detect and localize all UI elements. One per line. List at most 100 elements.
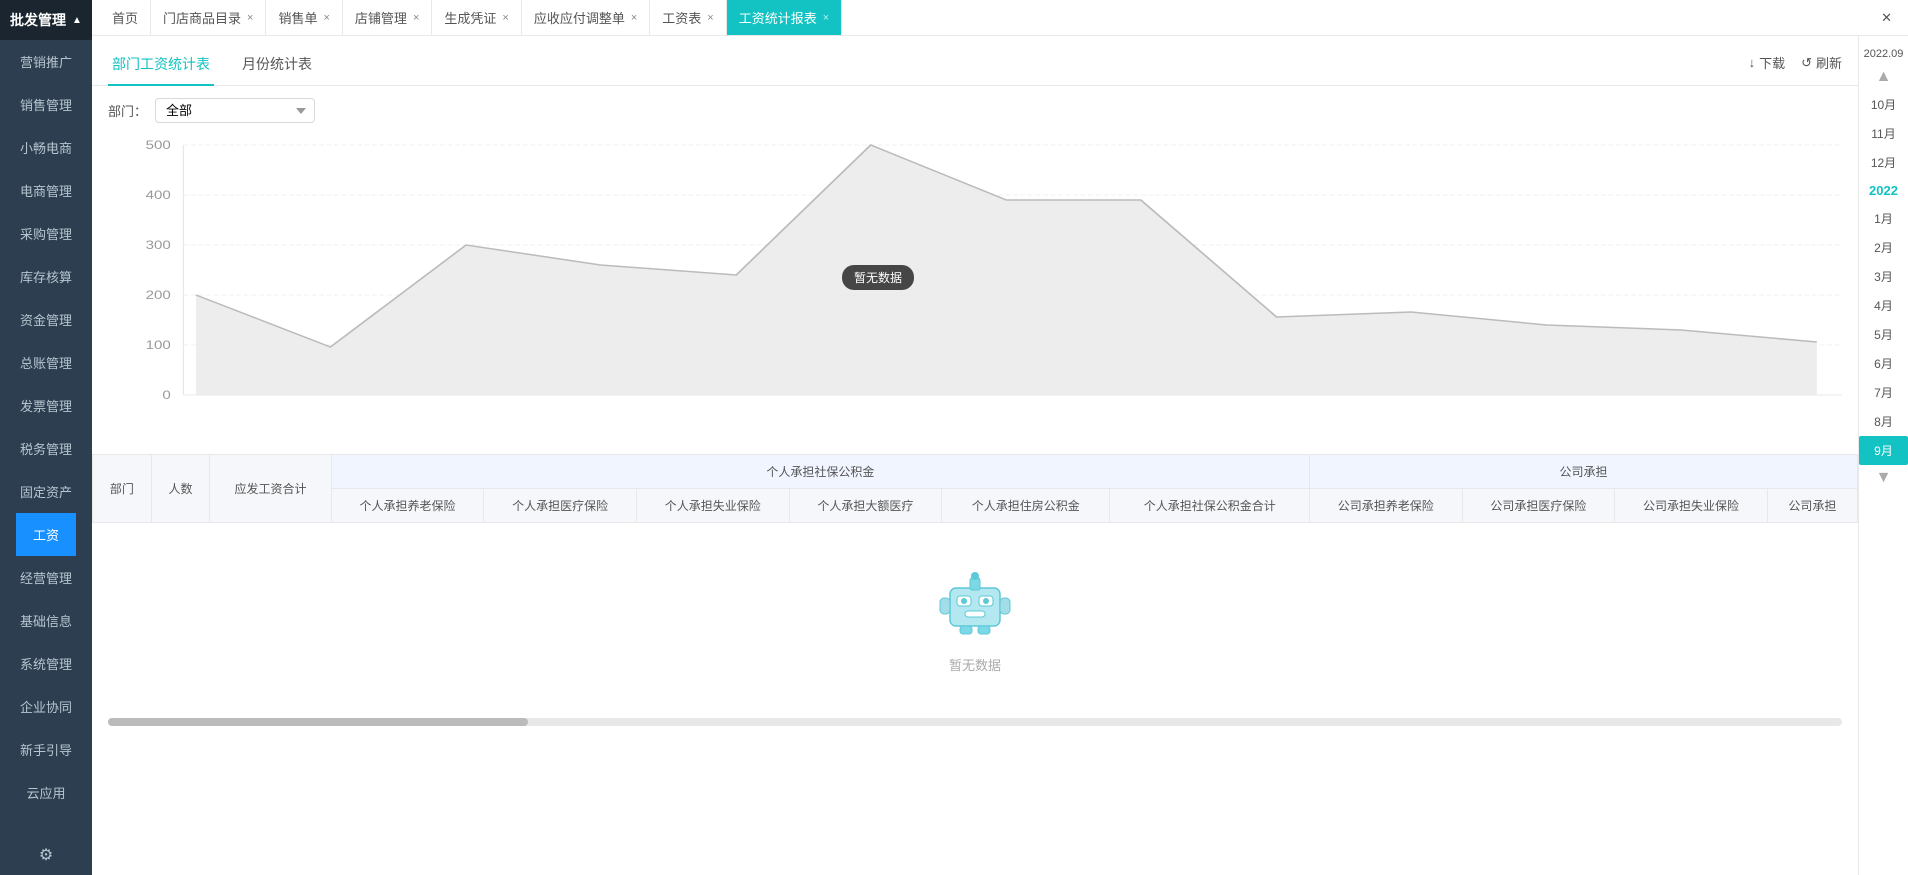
sidebar-item-销售管理[interactable]: 销售管理 (16, 83, 76, 126)
tab-3[interactable]: 店铺管理 × (343, 0, 432, 35)
tab-label-7: 工资统计报表 (739, 8, 817, 27)
svg-text:0: 0 (162, 388, 171, 401)
empty-icon (935, 563, 1015, 643)
month-aug[interactable]: 8月 (1859, 407, 1908, 436)
month-mar[interactable]: 3月 (1859, 262, 1908, 291)
year-2022: 2022 (1859, 177, 1908, 204)
sidebar-item-营销推广[interactable]: 营销推广 (16, 40, 76, 83)
table-area: 部门 人数 应发工资合计 个人承担社保公积金 公司承担 个人承担养老保险 个人承… (92, 454, 1858, 742)
sidebar-item-工资[interactable]: 工资 (16, 513, 76, 556)
tab-bar-close[interactable]: ✕ (1873, 10, 1900, 26)
sidebar-item-电商管理[interactable]: 电商管理 (16, 169, 76, 212)
sidebar-item-系统管理[interactable]: 系统管理 (16, 642, 76, 685)
sidebar-item-资金管理[interactable]: 资金管理 (16, 298, 76, 341)
sidebar-item-总账管理[interactable]: 总账管理 (16, 341, 76, 384)
data-table: 部门 人数 应发工资合计 个人承担社保公积金 公司承担 个人承担养老保险 个人承… (92, 454, 1858, 523)
sidebar-item-固定资产[interactable]: 固定资产 (16, 470, 76, 513)
tab-5[interactable]: 应收应付调整单 × (522, 0, 650, 35)
page-content: 部门工资统计表 月份统计表 ↓ 下载 ↺ 刷新 部门： (92, 36, 1858, 875)
col-total-salary: 应发工资合计 (210, 455, 331, 523)
tab-label-6: 工资表 (662, 8, 701, 27)
month-jan[interactable]: 1月 (1859, 204, 1908, 233)
sidebar-item-小畅电商[interactable]: 小畅电商 (16, 126, 76, 169)
col-personal-pension: 个人承担养老保险 (331, 489, 484, 523)
month-sep-active[interactable]: 9月 (1859, 436, 1908, 465)
svg-text:200: 200 (146, 288, 172, 301)
svg-text:500: 500 (146, 138, 172, 151)
tab-dept-salary[interactable]: 部门工资统计表 (108, 48, 214, 86)
sidebar-item-新手引导[interactable]: 新手引导 (16, 728, 76, 771)
col-personal-insurance-group: 个人承担社保公积金 (331, 455, 1309, 489)
tab-close-1[interactable]: × (247, 12, 253, 24)
month-feb[interactable]: 2月 (1859, 233, 1908, 262)
tab-label-2: 销售单 (278, 8, 317, 27)
content-area: 部门工资统计表 月份统计表 ↓ 下载 ↺ 刷新 部门： (92, 36, 1908, 875)
tab-7[interactable]: 工资统计报表 × (727, 0, 842, 35)
dept-select[interactable]: 全部 (155, 98, 315, 123)
toolbar: 部门： 全部 (92, 86, 1858, 135)
sidebar-item-发票管理[interactable]: 发票管理 (16, 384, 76, 427)
tab-4[interactable]: 生成凭证 × (432, 0, 521, 35)
tab-month-stats[interactable]: 月份统计表 (238, 48, 316, 86)
scrollbar-thumb[interactable] (108, 718, 528, 726)
month-oct[interactable]: 10月 (1859, 90, 1908, 119)
tab-1[interactable]: 门店商品目录× (151, 0, 266, 35)
sidebar-item-采购管理[interactable]: 采购管理 (16, 212, 76, 255)
svg-text:400: 400 (146, 188, 172, 201)
right-panel: 2022.09 ▲ 10月 11月 12月 2022 1月 2月 3月 4月 5… (1858, 36, 1908, 875)
col-personal-medical: 个人承担医疗保险 (484, 489, 637, 523)
refresh-button[interactable]: ↺ 刷新 (1801, 53, 1842, 72)
tab-close-5[interactable]: × (631, 12, 637, 24)
tab-6[interactable]: 工资表 × (650, 0, 726, 35)
month-jun[interactable]: 6月 (1859, 349, 1908, 378)
sub-tab-bar: 部门工资统计表 月份统计表 ↓ 下载 ↺ 刷新 (92, 36, 1858, 86)
col-company-medical: 公司承担医疗保险 (1462, 489, 1615, 523)
sidebar-item-经营管理[interactable]: 经营管理 (16, 556, 76, 599)
sidebar-header: 批发管理 ▲ (0, 0, 92, 40)
toolbar-left: 部门： 全部 (108, 98, 315, 123)
month-nov[interactable]: 11月 (1859, 119, 1908, 148)
svg-text:100: 100 (146, 338, 172, 351)
dept-label: 部门： (108, 101, 147, 120)
sidebar: 批发管理 ▲ 营销推广销售管理小畅电商电商管理采购管理库存核算资金管理总账管理发… (0, 0, 92, 875)
tab-close-6[interactable]: × (707, 12, 713, 24)
scroll-up-button[interactable]: ▲ (1859, 64, 1908, 90)
tab-label-3: 店铺管理 (355, 8, 407, 27)
month-apr[interactable]: 4月 (1859, 291, 1908, 320)
tab-close-2[interactable]: × (323, 12, 329, 24)
col-personal-major-medical: 个人承担大额医疗 (789, 489, 942, 523)
tab-close-4[interactable]: × (502, 12, 508, 24)
sidebar-item-基础信息[interactable]: 基础信息 (16, 599, 76, 642)
scroll-down-button[interactable]: ▼ (1859, 465, 1908, 491)
month-jul[interactable]: 7月 (1859, 378, 1908, 407)
download-icon: ↓ (1749, 55, 1756, 70)
col-count: 人数 (151, 455, 210, 523)
tab-label-4: 生成凭证 (444, 8, 496, 27)
tab-bar: 首页门店商品目录×销售单×店铺管理×生成凭证×应收应付调整单×工资表×工资统计报… (92, 0, 1908, 36)
month-dec[interactable]: 12月 (1859, 148, 1908, 177)
sidebar-toggle-icon[interactable]: ▲ (72, 15, 82, 26)
main-area: 首页门店商品目录×销售单×店铺管理×生成凭证×应收应付调整单×工资表×工资统计报… (92, 0, 1908, 875)
tab-2[interactable]: 销售单 × (266, 0, 342, 35)
close-all-icon[interactable]: ✕ (1881, 10, 1892, 26)
sidebar-item-库存核算[interactable]: 库存核算 (16, 255, 76, 298)
sidebar-items: 营销推广销售管理小畅电商电商管理采购管理库存核算资金管理总账管理发票管理税务管理… (16, 40, 76, 814)
month-may[interactable]: 5月 (1859, 320, 1908, 349)
tab-0[interactable]: 首页 (100, 0, 151, 35)
sidebar-item-企业协同[interactable]: 企业协同 (16, 685, 76, 728)
sidebar-item-税务管理[interactable]: 税务管理 (16, 427, 76, 470)
tab-label-5: 应收应付调整单 (534, 8, 625, 27)
horizontal-scrollbar[interactable] (108, 718, 1842, 726)
chart-area: 0 100 200 300 400 500 暂无数 (92, 135, 1858, 454)
col-personal-unemployment: 个人承担失业保险 (636, 489, 789, 523)
sidebar-item-云应用[interactable]: 云应用 (16, 771, 76, 814)
refresh-icon: ↺ (1801, 55, 1812, 71)
tab-label-0: 首页 (112, 8, 138, 27)
settings-button[interactable]: ⚙ (0, 835, 92, 875)
tab-items: 首页门店商品目录×销售单×店铺管理×生成凭证×应收应付调整单×工资表×工资统计报… (100, 0, 842, 35)
download-button[interactable]: ↓ 下载 (1749, 53, 1786, 72)
col-dept: 部门 (93, 455, 152, 523)
tab-close-3[interactable]: × (413, 12, 419, 24)
sidebar-title: 批发管理 (10, 10, 66, 30)
tab-close-7[interactable]: × (823, 12, 829, 24)
